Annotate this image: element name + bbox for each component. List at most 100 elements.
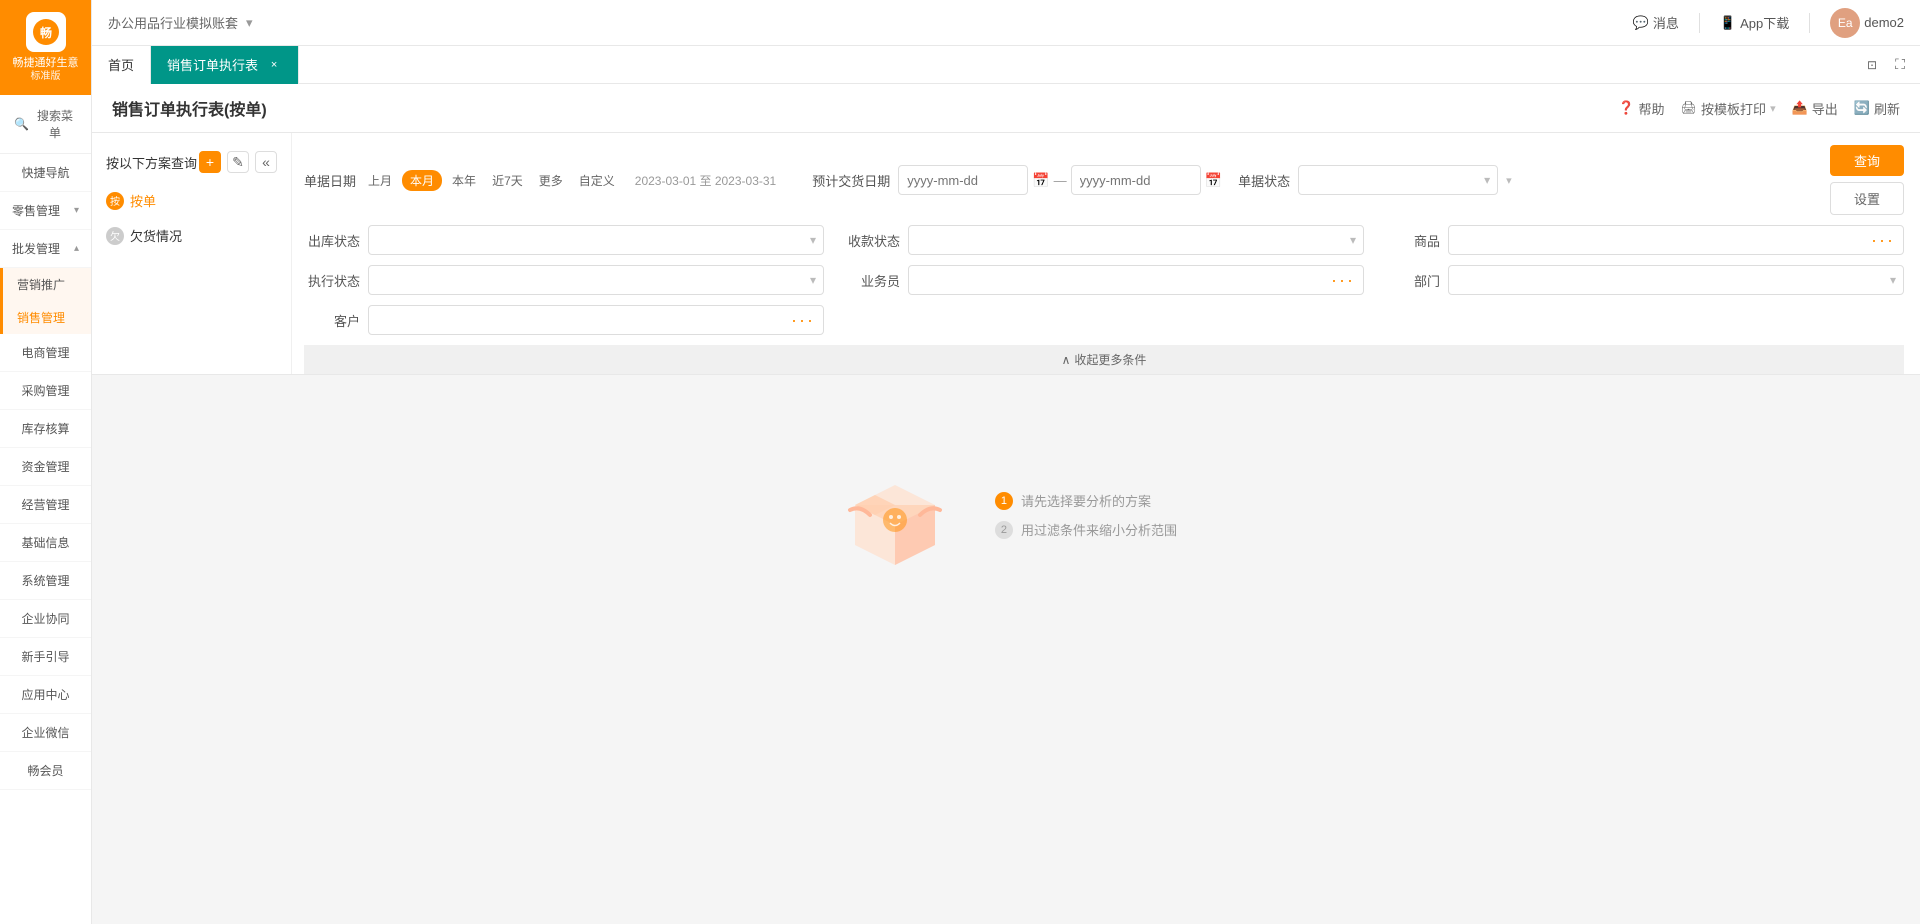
expected-date-start[interactable] — [898, 165, 1028, 195]
tab-actions: ⊡ ⛶ — [1852, 53, 1920, 77]
payment-status-select[interactable] — [908, 225, 1364, 255]
main-area: 办公用品行业模拟账套 ▾ 💬 消息 📱 App下载 Ea demo2 — [92, 0, 1920, 924]
status-select[interactable] — [1298, 165, 1498, 195]
expected-date-section: 预计交货日期 📅 — 📅 — [812, 165, 1222, 195]
sidebar-item-finance[interactable]: 资金管理 — [0, 448, 91, 486]
step-num-1: 1 — [995, 492, 1013, 510]
help-button[interactable]: ❓ 帮助 — [1618, 99, 1664, 118]
export-label: 导出 — [1812, 99, 1838, 118]
expected-date-end[interactable] — [1071, 165, 1201, 195]
salesperson-dots-icon: ··· — [1331, 271, 1355, 289]
add-scheme-button[interactable]: + — [199, 151, 221, 173]
message-button[interactable]: 💬 消息 — [1633, 13, 1679, 32]
filter-cell-payment: 收款状态 — [844, 225, 1364, 255]
export-button[interactable]: 📤 导出 — [1792, 99, 1838, 118]
sidebar-item-basics[interactable]: 基础信息 — [0, 524, 91, 562]
user-profile[interactable]: Ea demo2 — [1830, 8, 1904, 38]
sidebar-item-wechat[interactable]: 企业微信 — [0, 714, 91, 752]
tab-restore-button[interactable]: ⊡ — [1860, 53, 1884, 77]
sidebar-item-sales[interactable]: 销售管理 — [3, 301, 91, 334]
tab-close-icon[interactable]: × — [266, 57, 282, 73]
filter-content: 单据日期 上月 本月 本年 近7天 更多 自定义 2023-03-01 至 20… — [292, 133, 1920, 374]
sidebar-item-wholesale[interactable]: 批发管理 ▴ — [0, 230, 91, 268]
left-panel: 按以下方案查询 + ✎ « 按 按单 欠 欠货情况 — [92, 133, 292, 374]
tab-sales-order[interactable]: 销售订单执行表 × — [151, 46, 299, 84]
sidebar-item-newuser[interactable]: 新手引导 — [0, 638, 91, 676]
sidebar-item-procurement[interactable]: 采购管理 — [0, 372, 91, 410]
topbar-divider — [1699, 13, 1700, 33]
scheme-icon-shortage: 欠 — [106, 227, 124, 245]
date-tab-last-month[interactable]: 上月 — [362, 170, 398, 191]
expected-date-label: 预计交货日期 — [812, 171, 890, 190]
app-download-button[interactable]: 📱 App下载 — [1720, 13, 1789, 32]
print-icon: 🖨 — [1681, 100, 1698, 116]
sidebar-item-label: 基础信息 — [21, 534, 69, 551]
tabbar: 首页 销售订单执行表 × ⊡ ⛶ — [92, 46, 1920, 84]
sidebar-item-apps[interactable]: 应用中心 — [0, 676, 91, 714]
date-tab-this-month[interactable]: 本月 — [402, 170, 442, 191]
sidebar-item-marketing[interactable]: 营销推广 — [3, 268, 91, 301]
scheme-item-by-order[interactable]: 按 按单 — [92, 183, 291, 218]
date-tab-7days[interactable]: 近7天 — [486, 170, 529, 191]
customer-input[interactable]: ··· — [368, 305, 824, 335]
status-filter-section: 单据状态 ▾ — [1238, 165, 1806, 195]
sidebar-item-system[interactable]: 系统管理 — [0, 562, 91, 600]
department-select[interactable] — [1448, 265, 1904, 295]
sidebar-item-label: 经营管理 — [21, 496, 69, 513]
filter-row-date: 单据日期 上月 本月 本年 近7天 更多 自定义 2023-03-01 至 20… — [304, 145, 1904, 215]
empty-step-2: 2 用过滤条件来缩小分析范围 — [995, 520, 1177, 539]
customer-dots-icon: ··· — [791, 311, 815, 329]
sidebar-item-members[interactable]: 畅会员 — [0, 752, 91, 790]
topbar: 办公用品行业模拟账套 ▾ 💬 消息 📱 App下载 Ea demo2 — [92, 0, 1920, 46]
status-arrow-icon: ▾ — [1506, 174, 1512, 187]
edit-scheme-button[interactable]: ✎ — [227, 151, 249, 173]
filter-panel: 按以下方案查询 + ✎ « 按 按单 欠 欠货情况 — [92, 133, 1920, 375]
avatar: Ea — [1830, 8, 1860, 38]
sidebar-item-operations[interactable]: 经营管理 — [0, 486, 91, 524]
collapse-left-panel-button[interactable]: « — [255, 151, 277, 173]
date-icon-end: 📅 — [1205, 172, 1222, 189]
date-tab-more[interactable]: 更多 — [533, 170, 569, 191]
empty-content: 1 请先选择要分析的方案 2 用过滤条件来缩小分析范围 — [835, 455, 1177, 575]
collapse-label: 收起更多条件 — [1074, 351, 1146, 368]
payment-status-select-wrapper — [908, 225, 1364, 255]
topbar-left: 办公用品行业模拟账套 ▾ — [108, 13, 253, 32]
exec-status-select[interactable] — [368, 265, 824, 295]
sidebar-item-retail[interactable]: 零售管理 ▾ — [0, 192, 91, 230]
date-tab-this-year[interactable]: 本年 — [446, 170, 482, 191]
stock-status-label: 出库状态 — [304, 231, 360, 250]
left-panel-header: 按以下方案查询 + ✎ « — [92, 145, 291, 179]
sidebar-item-label: 企业协同 — [21, 610, 69, 627]
search-icon: 🔍 — [14, 117, 29, 131]
search-menu-button[interactable]: 🔍 搜索菜单 — [10, 103, 81, 145]
refresh-button[interactable]: 🔄 刷新 — [1854, 99, 1900, 118]
tab-sales-label: 销售订单执行表 — [167, 55, 258, 74]
tab-home[interactable]: 首页 — [92, 46, 151, 84]
help-icon: ❓ — [1618, 100, 1634, 116]
scheme-item-shortage[interactable]: 欠 欠货情况 — [92, 218, 291, 253]
stock-status-select[interactable] — [368, 225, 824, 255]
download-icon: 📱 — [1720, 15, 1736, 31]
goods-input[interactable]: ··· — [1448, 225, 1904, 255]
sidebar-item-enterprise[interactable]: 企业协同 — [0, 600, 91, 638]
svg-text:畅: 畅 — [39, 25, 51, 40]
salesperson-input[interactable]: ··· — [908, 265, 1364, 295]
tab-maximize-button[interactable]: ⛶ — [1888, 53, 1912, 77]
date-tab-custom[interactable]: 自定义 — [573, 170, 621, 191]
search-menu-label: 搜索菜单 — [33, 107, 77, 141]
download-label: App下载 — [1740, 13, 1789, 32]
page-title: 销售订单执行表(按单) — [112, 96, 267, 120]
sidebar-item-inventory[interactable]: 库存核算 — [0, 410, 91, 448]
collapse-filter-bar[interactable]: ∧ 收起更多条件 — [304, 345, 1904, 374]
sidebar-item-quick-nav[interactable]: 快捷导航 — [0, 154, 91, 192]
expected-date-range: 📅 — 📅 — [898, 165, 1222, 195]
query-button[interactable]: 查询 — [1830, 145, 1904, 176]
date-label: 单据日期 — [304, 171, 356, 190]
print-button[interactable]: 🖨 按模板打印 ▾ — [1681, 99, 1776, 118]
sidebar-item-label: 系统管理 — [21, 572, 69, 589]
settings-button[interactable]: 设置 — [1830, 182, 1904, 215]
sidebar-item-label: 畅会员 — [27, 762, 63, 779]
breadcrumb-arrow-icon[interactable]: ▾ — [246, 15, 253, 31]
sidebar-item-label: 销售管理 — [17, 309, 65, 326]
sidebar-item-ecommerce[interactable]: 电商管理 — [0, 334, 91, 372]
